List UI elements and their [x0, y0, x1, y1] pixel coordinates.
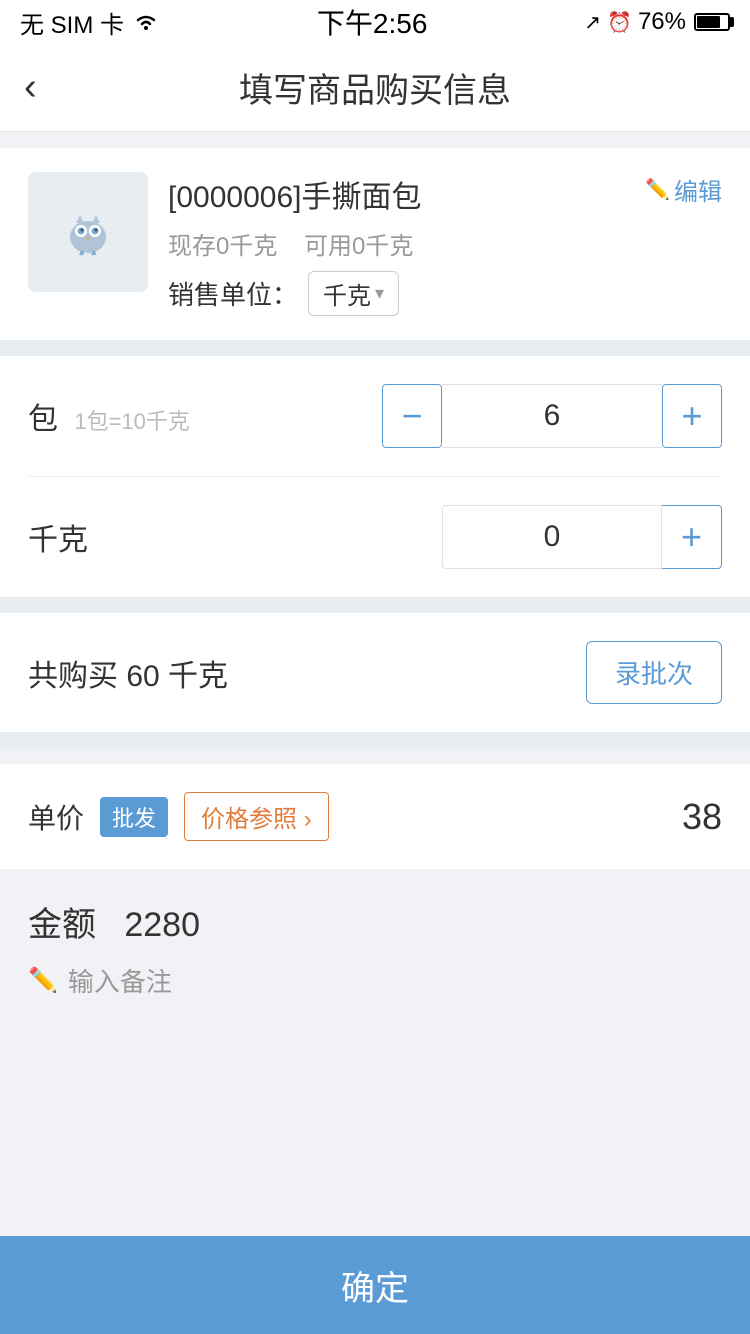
unit-value: 千克 [323, 276, 371, 311]
plus-button-bao[interactable]: + [662, 384, 722, 448]
confirm-button[interactable]: 确定 [0, 1236, 750, 1334]
status-bar: 无 SIM 卡 下午2:56 ↗ ⏰ 76% [0, 0, 750, 44]
quantity-input-bao[interactable] [442, 384, 662, 448]
batch-button[interactable]: 录批次 [586, 641, 722, 704]
quantity-row-kg: 千克 + [28, 477, 722, 597]
edit-button[interactable]: ✏️ 编辑 [645, 172, 722, 207]
plus-button-kg[interactable]: + [662, 505, 722, 569]
pencil-icon: ✏️ [28, 966, 58, 995]
location-icon: ↗ [584, 10, 601, 35]
wifi-icon [132, 12, 160, 32]
amount-section: 金额 2280 ✏️ 输入备注 [0, 869, 750, 1027]
alarm-icon: ⏰ [607, 10, 632, 35]
note-placeholder: 输入备注 [68, 962, 172, 999]
carrier-text: 无 SIM 卡 [20, 5, 124, 40]
edit-icon: ✏️ [645, 177, 670, 202]
product-card: [0000006]手撕面包 ✏️ 编辑 现存0千克 可用0千克 销售单位： 千克… [0, 148, 750, 340]
unit-kg: 千克 [28, 524, 88, 557]
product-image [28, 172, 148, 292]
bottom-padding [0, 1027, 750, 1125]
minus-button-bao[interactable]: − [382, 384, 442, 448]
quantity-label-kg: 千克 [28, 515, 442, 559]
back-button[interactable]: ‹ [24, 66, 37, 109]
quantity-input-kg[interactable] [442, 505, 662, 569]
summary-text: 共购买 60 千克 [28, 651, 228, 695]
amount-value: 2280 [124, 906, 200, 944]
section-divider-3 [0, 732, 750, 748]
edit-label: 编辑 [674, 172, 722, 207]
page-title: 填写商品购买信息 [239, 63, 511, 112]
quantity-row-bao: 包 1包=10千克 − + [28, 356, 722, 477]
summary-section: 共购买 60 千克 录批次 [0, 613, 750, 732]
product-logo [48, 202, 128, 262]
confirm-label: 确定 [341, 1261, 409, 1310]
amount-label: 金额 [28, 906, 96, 944]
unit-label: 销售单位： [168, 275, 298, 312]
unit-dropdown-icon: ▾ [375, 283, 384, 304]
product-unit-row: 销售单位： 千克 ▾ [168, 271, 722, 316]
price-label: 单价 [28, 797, 84, 837]
price-section: 单价 批发 价格参照 › 38 [0, 764, 750, 869]
product-info: [0000006]手撕面包 ✏️ 编辑 现存0千克 可用0千克 销售单位： 千克… [168, 172, 722, 316]
section-divider-2 [0, 597, 750, 613]
quantity-hint-bao: 1包=10千克 [74, 409, 190, 434]
nav-bar: ‹ 填写商品购买信息 [0, 44, 750, 132]
price-value: 38 [682, 796, 722, 838]
quantity-control-bao: − + [382, 384, 722, 448]
note-row[interactable]: ✏️ 输入备注 [28, 962, 722, 999]
amount-row: 金额 2280 [28, 897, 722, 946]
product-name: [0000006]手撕面包 [168, 172, 421, 216]
battery-text: 76% [638, 8, 686, 36]
unit-bao: 包 [28, 403, 58, 436]
product-stock: 现存0千克 可用0千克 [168, 226, 722, 261]
quantity-label-bao: 包 1包=10千克 [28, 394, 382, 438]
price-ref-button[interactable]: 价格参照 › [184, 792, 329, 841]
section-divider-1 [0, 340, 750, 356]
status-time: 下午2:56 [317, 2, 428, 42]
status-right: ↗ ⏰ 76% [584, 8, 730, 36]
battery-icon [694, 13, 730, 31]
quantity-section: 包 1包=10千克 − + 千克 + [0, 356, 750, 597]
unit-select[interactable]: 千克 ▾ [308, 271, 399, 316]
status-carrier: 无 SIM 卡 [20, 5, 160, 40]
quantity-control-kg: + [442, 505, 722, 569]
price-tag: 批发 [100, 797, 168, 837]
